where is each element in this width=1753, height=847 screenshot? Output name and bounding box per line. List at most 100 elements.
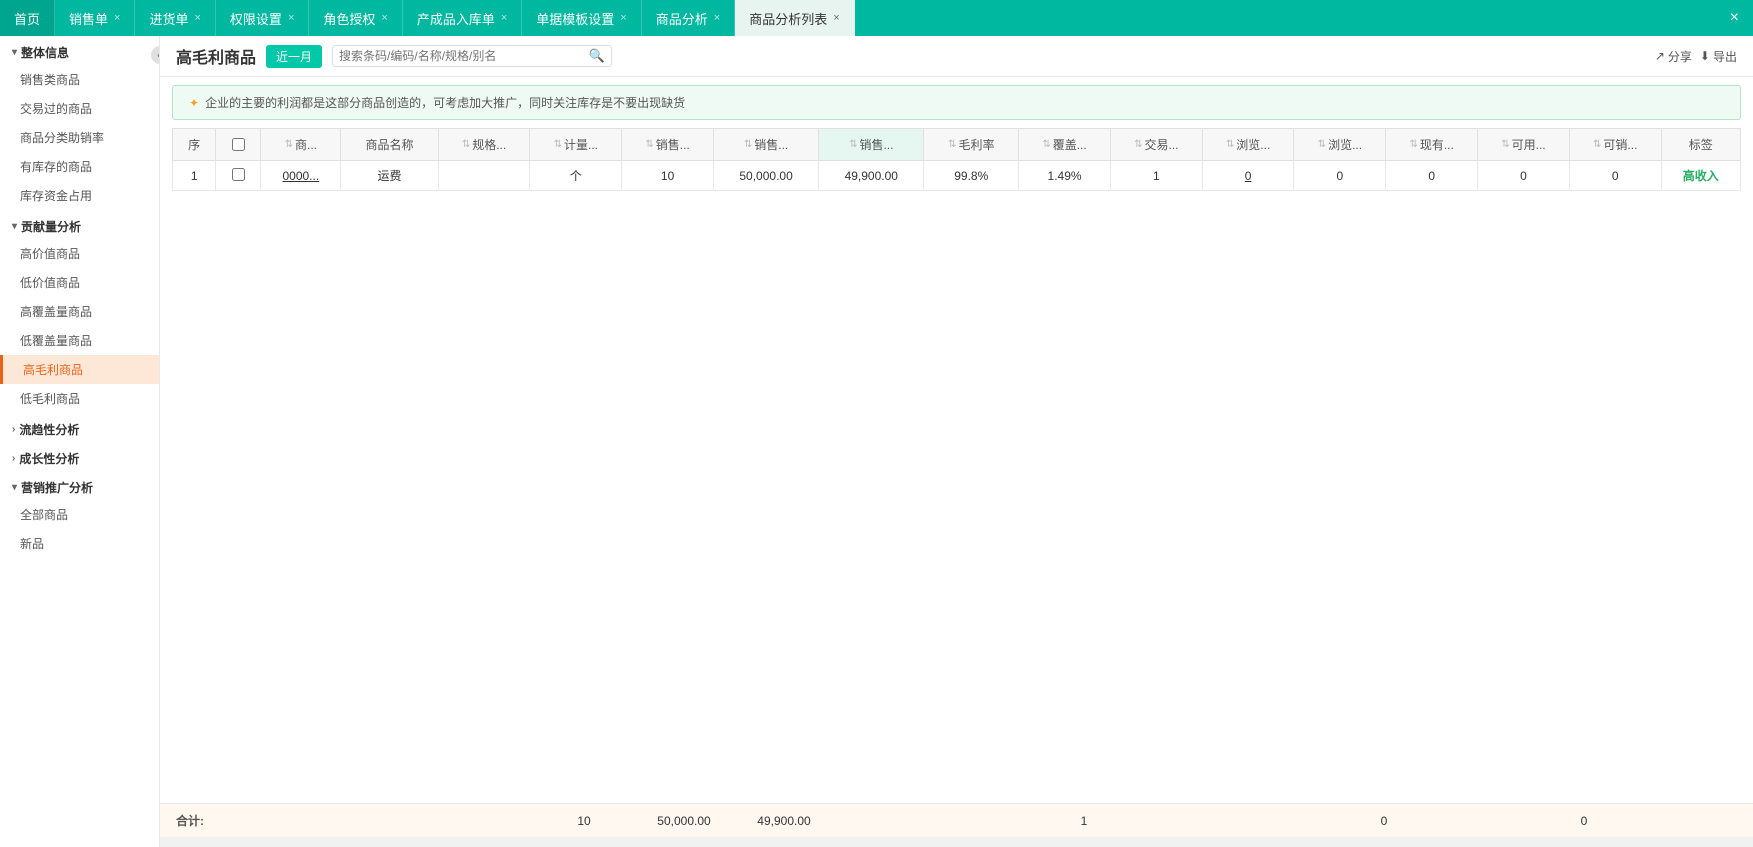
- cell-browse1[interactable]: 0: [1202, 161, 1294, 191]
- sort-icon-transactions: ⇅: [1134, 139, 1142, 150]
- sidebar-item-sales-goods[interactable]: 销售类商品: [0, 65, 159, 94]
- sidebar-item-high-coverage[interactable]: 高覆盖量商品: [0, 297, 159, 326]
- col-available[interactable]: ⇅可用...: [1478, 129, 1570, 161]
- nav-analysis-close[interactable]: ×: [714, 12, 720, 24]
- arrow-contribution: ▾: [12, 221, 17, 232]
- sidebar-item-low-coverage[interactable]: 低覆盖量商品: [0, 326, 159, 355]
- sort-icon-available: ⇅: [1501, 139, 1509, 150]
- col-browse2[interactable]: ⇅浏览...: [1294, 129, 1386, 161]
- col-name[interactable]: 商品名称: [341, 129, 438, 161]
- sidebar-item-stock-capital[interactable]: 库存资金占用: [0, 181, 159, 210]
- share-btn[interactable]: ↗ 分享: [1655, 48, 1692, 65]
- sidebar-group-growth[interactable]: › 成长性分析: [0, 442, 159, 471]
- cell-sales1: 10: [622, 161, 714, 191]
- nav-sales[interactable]: 销售单 ×: [55, 0, 135, 36]
- cell-gross-rate: 99.8%: [924, 161, 1019, 191]
- nav-instock-close[interactable]: ×: [501, 12, 507, 24]
- sidebar-item-low-value[interactable]: 低价值商品: [0, 268, 159, 297]
- data-table: 序 ⇅商... 商品名称 ⇅规格... ⇅计量... ⇅销售... ⇅销售...…: [172, 128, 1741, 191]
- sort-icon-browse1: ⇅: [1226, 139, 1234, 150]
- nav-template[interactable]: 单据模板设置 ×: [522, 0, 641, 36]
- nav-home[interactable]: 首页: [0, 0, 55, 36]
- sidebar-item-category-rate[interactable]: 商品分类助销率: [0, 123, 159, 152]
- horizontal-scrollbar[interactable]: [160, 837, 1753, 847]
- col-sales3[interactable]: ⇅销售...: [819, 129, 924, 161]
- footer-sales1: 10: [544, 814, 624, 828]
- nav-role[interactable]: 角色授权 ×: [309, 0, 402, 36]
- cell-transactions: 1: [1110, 161, 1202, 191]
- arrow-growth: ›: [12, 453, 15, 464]
- export-btn[interactable]: ⬇ 导出: [1700, 48, 1737, 65]
- sort-icon-sales2: ⇅: [744, 139, 752, 150]
- col-unit[interactable]: ⇅计量...: [530, 129, 622, 161]
- nav-instock[interactable]: 产成品入库单 ×: [403, 0, 522, 36]
- sidebar-item-stocked-goods[interactable]: 有库存的商品: [0, 152, 159, 181]
- col-checkbox[interactable]: [216, 129, 261, 161]
- info-icon: ✦: [189, 96, 199, 110]
- nav-permission[interactable]: 权限设置 ×: [216, 0, 309, 36]
- nav-analysis[interactable]: 商品分析 ×: [642, 0, 735, 36]
- content-area: 高毛利商品 近一月 🔍 ↗ 分享 ⬇ 导出: [160, 36, 1753, 847]
- sort-icon-gross: ⇅: [948, 139, 956, 150]
- nav-analysis-list-close[interactable]: ×: [833, 12, 839, 24]
- nav-permission-close[interactable]: ×: [288, 12, 294, 24]
- col-browse1[interactable]: ⇅浏览...: [1202, 129, 1294, 161]
- col-spec[interactable]: ⇅规格...: [438, 129, 530, 161]
- sidebar-group-marketing[interactable]: ▾ 营销推广分析: [0, 471, 159, 500]
- filter-recent-month-btn[interactable]: 近一月: [266, 45, 322, 68]
- sidebar-group-contribution[interactable]: ▾ 贡献量分析: [0, 210, 159, 239]
- cell-sales3: 49,900.00: [819, 161, 924, 191]
- sort-icon-current: ⇅: [1409, 139, 1417, 150]
- col-coverage[interactable]: ⇅覆盖...: [1019, 129, 1111, 161]
- sort-icon-unit: ⇅: [554, 139, 562, 150]
- nav-template-close[interactable]: ×: [620, 12, 626, 24]
- content-header: 高毛利商品 近一月 🔍 ↗ 分享 ⬇ 导出: [160, 36, 1753, 77]
- table-container[interactable]: 序 ⇅商... 商品名称 ⇅规格... ⇅计量... ⇅销售... ⇅销售...…: [160, 128, 1753, 803]
- nav-purchase-close[interactable]: ×: [194, 12, 200, 24]
- arrow-overview: ▾: [12, 47, 17, 58]
- nav-sales-close[interactable]: ×: [114, 12, 120, 24]
- nav-role-close[interactable]: ×: [381, 12, 387, 24]
- sidebar-item-traded-goods[interactable]: 交易过的商品: [0, 94, 159, 123]
- cell-available: 0: [1478, 161, 1570, 191]
- sidebar-group-overview[interactable]: ▾ 整体信息: [0, 36, 159, 65]
- col-tag: 标签: [1661, 129, 1740, 161]
- sidebar-item-high-margin[interactable]: 高毛利商品: [0, 355, 159, 384]
- row-checkbox[interactable]: [232, 168, 245, 181]
- sidebar-item-new-goods[interactable]: 新品: [0, 529, 159, 558]
- sidebar-item-low-margin[interactable]: 低毛利商品: [0, 384, 159, 413]
- sort-icon-coverage: ⇅: [1042, 139, 1050, 150]
- footer-sales3: 49,900.00: [744, 814, 824, 828]
- col-current[interactable]: ⇅现有...: [1386, 129, 1478, 161]
- footer-saleable: 0: [1544, 814, 1624, 828]
- cell-tag: 高收入: [1661, 161, 1740, 191]
- footer-current: 0: [1344, 814, 1424, 828]
- sort-icon-code: ⇅: [285, 139, 293, 150]
- cell-unit: 个: [530, 161, 622, 191]
- sidebar-group-trend[interactable]: › 流趋性分析: [0, 413, 159, 442]
- info-banner: ✦ 企业的主要的利润都是这部分商品创造的，可考虑加大推广，同时关注库存是不要出现…: [172, 85, 1741, 120]
- search-input[interactable]: [339, 49, 589, 63]
- share-icon: ↗: [1655, 49, 1665, 63]
- nav-analysis-list[interactable]: 商品分析列表 ×: [735, 0, 854, 36]
- nav-purchase[interactable]: 进货单 ×: [135, 0, 215, 36]
- footer-sales2: 50,000.00: [644, 814, 724, 828]
- content-title: 高毛利商品: [176, 44, 256, 68]
- col-saleable[interactable]: ⇅可销...: [1569, 129, 1661, 161]
- col-code[interactable]: ⇅商...: [261, 129, 341, 161]
- sidebar-item-high-value[interactable]: 高价值商品: [0, 239, 159, 268]
- cell-code[interactable]: 0000...: [261, 161, 341, 191]
- footer-transactions: 1: [1044, 814, 1124, 828]
- search-icon[interactable]: 🔍: [589, 48, 605, 64]
- sort-icon-browse2: ⇅: [1318, 139, 1326, 150]
- cell-checkbox[interactable]: [216, 161, 261, 191]
- top-navigation: 首页 销售单 × 进货单 × 权限设置 × 角色授权 × 产成品入库单 × 单据…: [0, 0, 1753, 36]
- cell-name: 运费: [341, 161, 438, 191]
- col-transactions[interactable]: ⇅交易...: [1110, 129, 1202, 161]
- col-gross-rate[interactable]: ⇅毛利率: [924, 129, 1019, 161]
- select-all-checkbox[interactable]: [232, 138, 245, 151]
- col-sales1[interactable]: ⇅销售...: [622, 129, 714, 161]
- sidebar-item-all-goods[interactable]: 全部商品: [0, 500, 159, 529]
- close-window-btn[interactable]: ×: [1716, 0, 1753, 36]
- col-sales2[interactable]: ⇅销售...: [713, 129, 818, 161]
